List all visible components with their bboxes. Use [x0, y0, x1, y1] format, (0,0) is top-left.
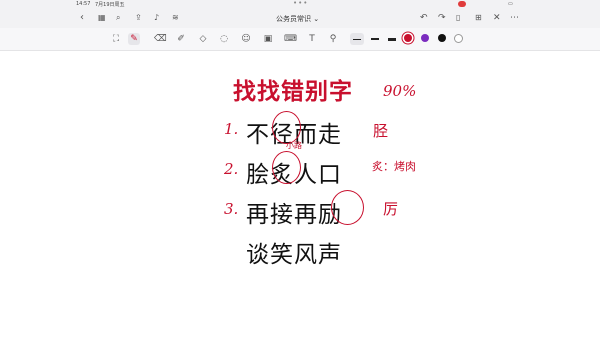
- undo-icon[interactable]: ↶: [420, 12, 428, 24]
- row-text-3: 再接再励: [246, 202, 342, 228]
- color-black-button[interactable]: [438, 34, 446, 42]
- more-icon[interactable]: ⋯: [510, 12, 519, 24]
- color-purple-button[interactable]: [421, 34, 429, 42]
- mic-icon[interactable]: ♪: [154, 12, 159, 24]
- back-icon[interactable]: ‹: [80, 12, 84, 24]
- recording-indicator-icon: [458, 1, 466, 7]
- chevron-down-icon: ⌄: [313, 15, 320, 23]
- row-number-2: 2.: [224, 160, 239, 178]
- stroke-thin-swatch: [353, 39, 361, 40]
- battery-icon: ▭: [508, 1, 513, 7]
- grid-icon[interactable]: ▦: [98, 12, 106, 24]
- keyboard-icon[interactable]: ⌨: [284, 33, 297, 45]
- stroke-thick-button[interactable]: [388, 38, 396, 41]
- status-date: 7月19日周五: [95, 2, 125, 8]
- annotation-correction-1: 胫: [373, 122, 389, 140]
- image-icon[interactable]: ▣: [262, 33, 274, 45]
- annotation-correction-3: 厉: [383, 200, 399, 218]
- annotation-note-1: 小路: [286, 141, 302, 150]
- row-text-4: 谈笑风声: [246, 242, 342, 268]
- eraser-icon[interactable]: ⌫: [154, 33, 167, 45]
- stroke-medium-button[interactable]: [371, 38, 379, 40]
- multitask-dots-icon[interactable]: •••: [293, 0, 308, 7]
- text-icon[interactable]: T: [306, 33, 318, 45]
- error-circle-3: [331, 190, 364, 225]
- close-icon[interactable]: ✕: [493, 12, 501, 24]
- color-red-button[interactable]: [404, 34, 412, 42]
- lasso-select-icon[interactable]: ◌: [218, 33, 230, 45]
- sticker-icon[interactable]: ☺: [240, 33, 252, 45]
- error-circle-2: [272, 151, 301, 184]
- annotation-score: 90%: [383, 82, 417, 100]
- top-toolbar: ‹ ▦ ⌕ ⇪ ♪ ≋ 公务员常识 ⌄ ↶ ↷ ▯ ⊞ ✕ ⋯: [0, 9, 600, 28]
- search-icon[interactable]: ⌕: [116, 12, 120, 24]
- shapes-icon[interactable]: ◇: [197, 33, 209, 45]
- lasso-icon[interactable]: ⛶: [110, 33, 122, 45]
- page-title: 找找错别字: [233, 79, 353, 105]
- highlighter-icon[interactable]: ✐: [175, 33, 187, 45]
- row-number-1: 1.: [224, 120, 239, 138]
- tools-toolbar: ⛶ ✎ ⌫ ✐ ◇ ◌ ☺ ▣ ⌨ T ⚲: [0, 28, 600, 51]
- link-icon[interactable]: ⚲: [327, 33, 339, 45]
- share-icon[interactable]: ⇪: [135, 12, 142, 24]
- document-title[interactable]: 公务员常识 ⌄: [276, 14, 319, 24]
- waveform-icon[interactable]: ≋: [172, 12, 179, 24]
- color-picker-button[interactable]: [454, 34, 463, 43]
- redo-icon[interactable]: ↷: [438, 12, 446, 24]
- annotation-correction-2: 炙：烤肉: [372, 160, 416, 173]
- document-title-text: 公务员常识: [276, 15, 311, 23]
- pen-icon[interactable]: ✎: [128, 33, 140, 45]
- status-bar: 14:57 7月19日周五 ••• ▭: [0, 0, 600, 9]
- add-page-icon[interactable]: ⊞: [475, 12, 482, 24]
- status-time: 14:57: [76, 1, 91, 7]
- row-number-3: 3.: [224, 200, 239, 218]
- bookmark-icon[interactable]: ▯: [456, 12, 460, 24]
